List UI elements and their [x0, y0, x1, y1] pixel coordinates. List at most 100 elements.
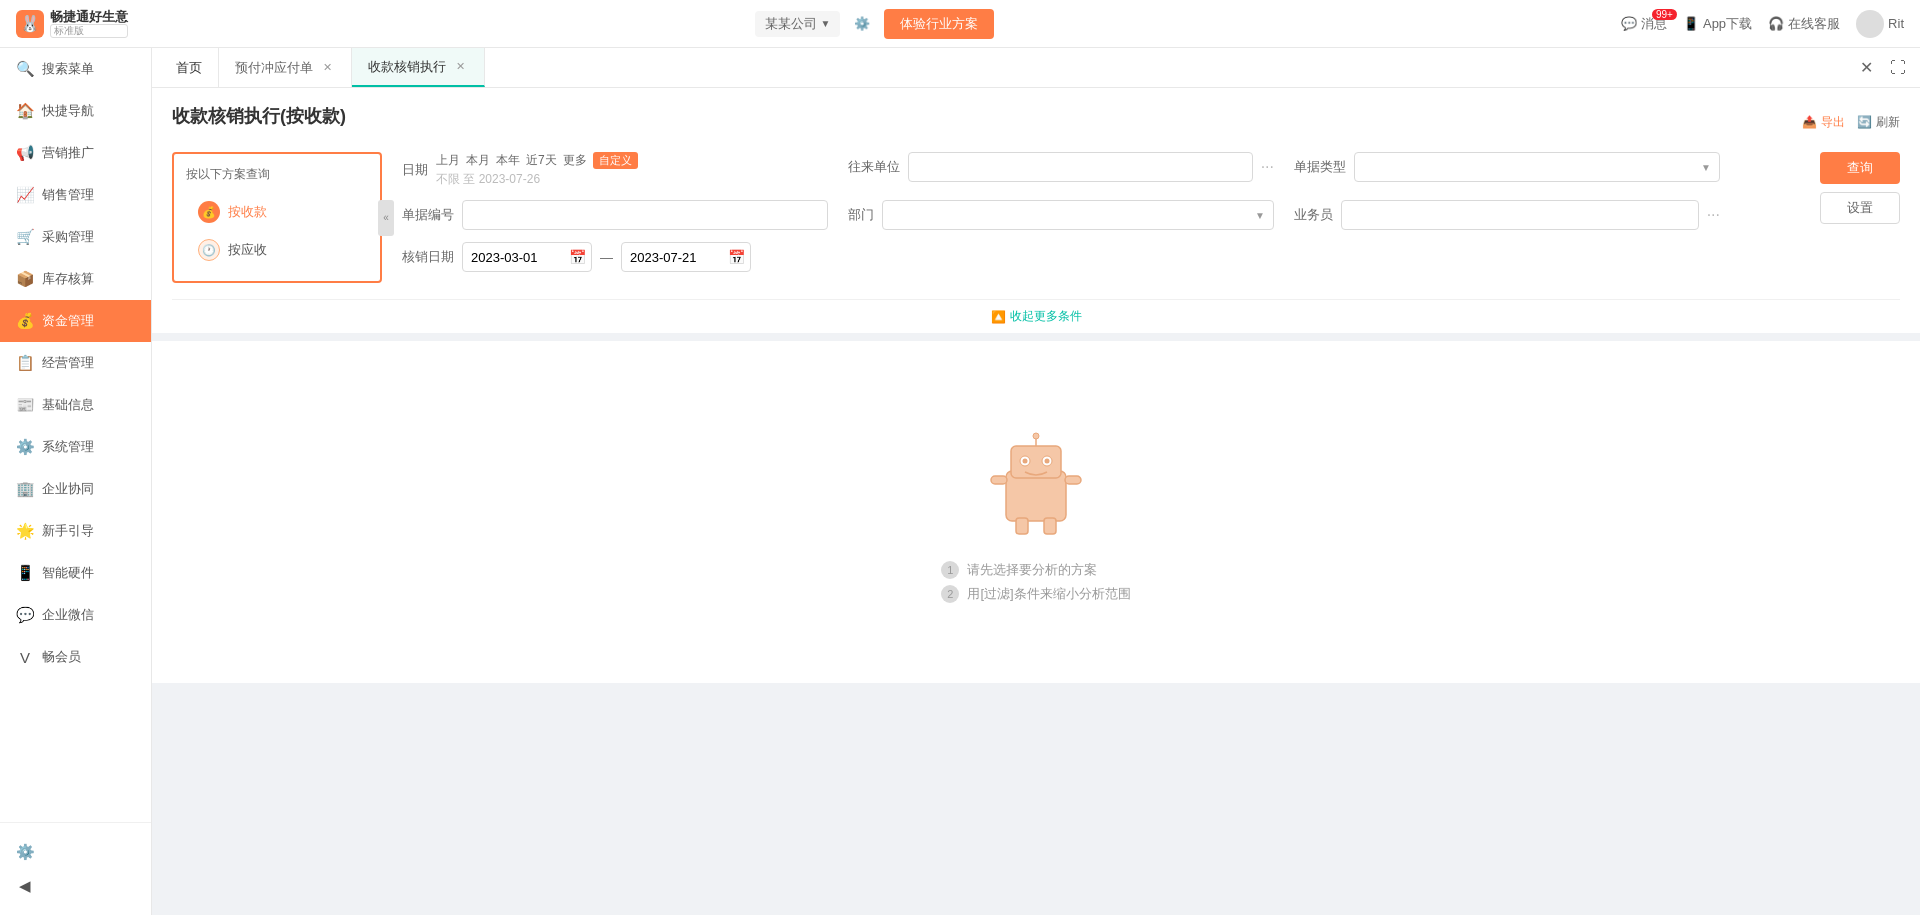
page-header: 收款核销执行(按收款) 📤 导出 🔄 刷新	[152, 88, 1920, 333]
export-button[interactable]: 📤 导出	[1802, 114, 1845, 131]
industry-solution-button[interactable]: 体验行业方案	[884, 9, 994, 39]
bill-type-select[interactable]: ▼	[1354, 152, 1720, 182]
tab-close-all-button[interactable]: ✕	[1852, 54, 1880, 82]
collapse-up-icon: 🔼	[991, 310, 1006, 324]
sidebar-item-enterprise-collab[interactable]: 🏢 企业协同	[0, 468, 151, 510]
verify-date-start-wrap: 📅	[462, 242, 592, 272]
salesperson-filter-field: 业务员 ···	[1294, 200, 1720, 230]
sidebar-item-label: 快捷导航	[42, 102, 94, 120]
sidebar-item-funds[interactable]: 💰 资金管理	[0, 300, 151, 342]
receipt-option-icon: 💰	[198, 201, 220, 223]
date-btn-last-month[interactable]: 上月	[436, 152, 460, 169]
empty-hints: 1 请先选择要分析的方案 2 用[过滤]条件来缩小分析范围	[941, 561, 1130, 603]
sidebar-item-basic-info[interactable]: 📰 基础信息	[0, 384, 151, 426]
hint-text-2: 用[过滤]条件来缩小分析范围	[967, 585, 1130, 603]
dept-select[interactable]: ▼	[882, 200, 1274, 230]
tab-prepay-close-icon[interactable]: ✕	[319, 60, 335, 76]
sidebar-item-label: 库存核算	[42, 270, 94, 288]
salesperson-more-icon[interactable]: ···	[1707, 206, 1720, 224]
setting-button[interactable]: 设置	[1820, 192, 1900, 224]
user-menu[interactable]: Rit	[1856, 10, 1904, 38]
sidebar-item-label: 畅会员	[42, 648, 81, 666]
verify-date-end-calendar-icon[interactable]: 📅	[728, 249, 745, 265]
bottom-settings-icon: ⚙️	[16, 843, 34, 861]
tab-maximize-button[interactable]: ⛶	[1884, 54, 1912, 82]
online-service-button[interactable]: 🎧 在线客服	[1768, 15, 1840, 33]
hint-num-2: 2	[941, 585, 959, 603]
purchase-icon: 🛒	[16, 228, 34, 246]
collapse-more-button[interactable]: 🔼 收起更多条件	[172, 299, 1900, 333]
date-filter-field: 日期 上月 本月 本年 近7天 更多 自定义	[402, 152, 828, 188]
filter-option-by-receivable[interactable]: 🕐 按应收	[186, 231, 368, 269]
messages-button[interactable]: 💬 消息 99+	[1621, 15, 1667, 33]
sidebar-item-quick-nav[interactable]: 🏠 快捷导航	[0, 90, 151, 132]
filter-row-3: 核销日期 📅 — 📅	[402, 242, 1720, 272]
bill-type-filter-field: 单据类型 ▼	[1294, 152, 1720, 182]
sidebar-item-operations[interactable]: 📋 经营管理	[0, 342, 151, 384]
sidebar-item-label: 搜索菜单	[42, 60, 94, 78]
svg-rect-9	[1065, 476, 1081, 484]
collapse-filter-button[interactable]: «	[378, 200, 394, 236]
sidebar-item-new-guide[interactable]: 🌟 新手引导	[0, 510, 151, 552]
top-bar: 🐰 畅捷通好生意 标准版 某某公司 ▼ ⚙️ 体验行业方案 💬 消息 99+ 📱…	[0, 0, 1920, 48]
date-btn-more[interactable]: 更多	[563, 152, 587, 169]
sidebar-item-smart-hw[interactable]: 📱 智能硬件	[0, 552, 151, 594]
bill-type-chevron-icon: ▼	[1701, 162, 1711, 173]
settings-gear-icon[interactable]: ⚙️	[848, 10, 876, 38]
svg-point-7	[1033, 433, 1039, 439]
sidebar-item-sales[interactable]: 📈 销售管理	[0, 174, 151, 216]
sidebar-collapse-button[interactable]: ◀	[0, 869, 151, 903]
sidebar-item-purchase[interactable]: 🛒 采购管理	[0, 216, 151, 258]
online-service-label: 在线客服	[1788, 15, 1840, 33]
sidebar-item-search-menu[interactable]: 🔍 搜索菜单	[0, 48, 151, 90]
tab-receipt-verify[interactable]: 收款核销执行 ✕	[352, 48, 485, 87]
date-btn-this-month[interactable]: 本月	[466, 152, 490, 169]
filter-option-by-receipt[interactable]: 💰 按收款	[186, 193, 368, 231]
tab-prepay-label: 预付冲应付单	[235, 59, 313, 77]
sidebar-item-enterprise-wechat[interactable]: 💬 企业微信	[0, 594, 151, 636]
dept-chevron-icon: ▼	[1255, 210, 1265, 221]
date-btn-custom[interactable]: 自定义	[593, 152, 638, 169]
bill-no-input[interactable]	[462, 200, 828, 230]
refresh-button[interactable]: 🔄 刷新	[1857, 114, 1900, 131]
company-name: 某某公司	[765, 15, 817, 33]
inventory-icon: 📦	[16, 270, 34, 288]
search-menu-icon: 🔍	[16, 60, 34, 78]
tab-home[interactable]: 首页	[160, 48, 219, 87]
verify-date-start-calendar-icon[interactable]: 📅	[569, 249, 586, 265]
counterparty-label: 往来单位	[848, 158, 900, 176]
top-bar-left: 🐰 畅捷通好生意 标准版	[16, 9, 128, 39]
sidebar-item-inventory[interactable]: 📦 库存核算	[0, 258, 151, 300]
export-label: 导出	[1821, 114, 1845, 131]
scheme-selector-panel: 按以下方案查询 💰 按收款 🕐 按应收 «	[172, 152, 382, 283]
app-download-button[interactable]: 📱 App下载	[1683, 15, 1752, 33]
tab-prepay[interactable]: 预付冲应付单 ✕	[219, 48, 352, 87]
date-buttons-group: 上月 本月 本年 近7天 更多 自定义 不限 至 2023-07-26	[436, 152, 638, 188]
company-selector[interactable]: 某某公司 ▼	[755, 11, 841, 37]
top-bar-right: 💬 消息 99+ 📱 App下载 🎧 在线客服 Rit	[1621, 10, 1904, 38]
empty-hint-2: 2 用[过滤]条件来缩小分析范围	[941, 585, 1130, 603]
date-btn-this-year[interactable]: 本年	[496, 152, 520, 169]
date-btn-7days[interactable]: 近7天	[526, 152, 557, 169]
receipt-option-label: 按收款	[228, 203, 267, 221]
verify-date-end-wrap: 📅	[621, 242, 751, 272]
new-guide-icon: 🌟	[16, 522, 34, 540]
svg-point-5	[1045, 459, 1050, 464]
sidebar-item-marketing[interactable]: 📢 营销推广	[0, 132, 151, 174]
tab-home-label: 首页	[176, 59, 202, 77]
header-actions: 📤 导出 🔄 刷新	[1802, 114, 1900, 131]
salesperson-input[interactable]	[1341, 200, 1699, 230]
sidebar-item-label: 企业协同	[42, 480, 94, 498]
svg-rect-8	[991, 476, 1007, 484]
dept-label: 部门	[848, 206, 874, 224]
date-range-separator: —	[600, 250, 613, 265]
user-name: Rit	[1888, 16, 1904, 31]
counterparty-more-icon[interactable]: ···	[1261, 158, 1274, 176]
counterparty-input[interactable]	[908, 152, 1253, 182]
sidebar-item-vip-member[interactable]: V 畅会员	[0, 636, 151, 678]
query-button[interactable]: 查询	[1820, 152, 1900, 184]
tab-receipt-verify-close-icon[interactable]: ✕	[452, 59, 468, 75]
vip-member-icon: V	[16, 648, 34, 666]
sidebar-bottom-settings[interactable]: ⚙️	[0, 835, 151, 869]
sidebar-item-sys-mgmt[interactable]: ⚙️ 系统管理	[0, 426, 151, 468]
